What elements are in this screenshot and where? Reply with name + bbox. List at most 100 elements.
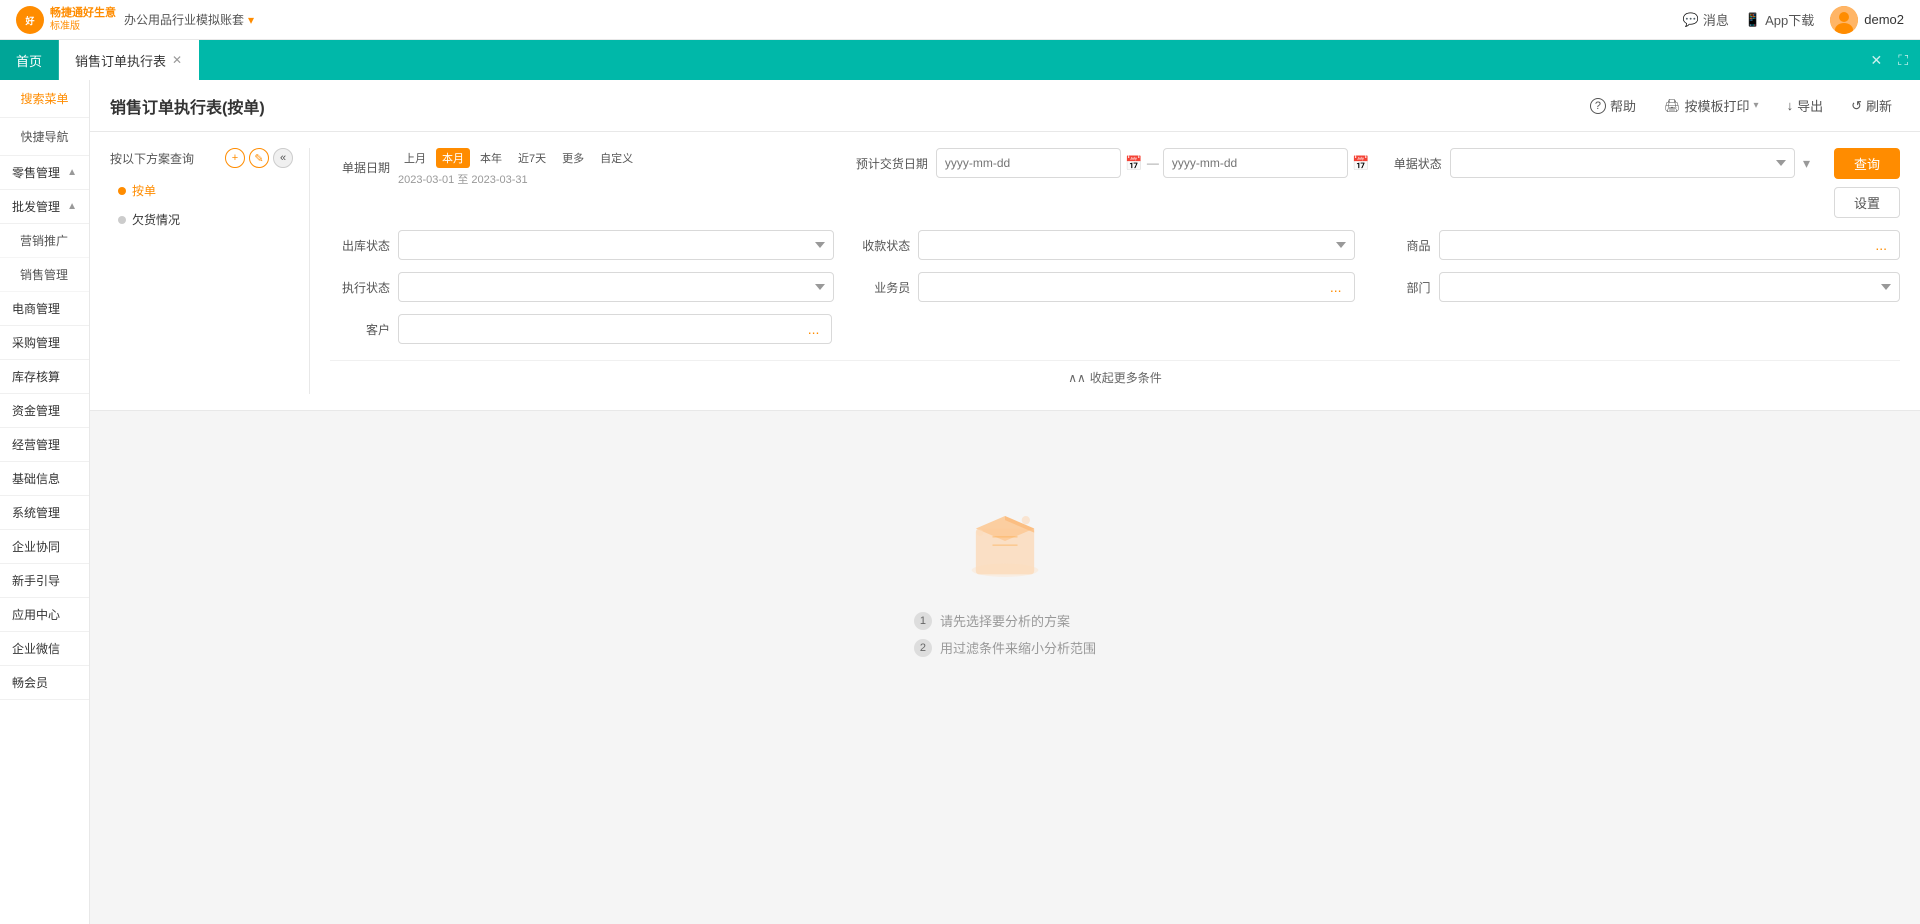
scheme-edit-icon[interactable]: ✎ <box>249 148 269 168</box>
export-btn[interactable]: ↓ 导出 <box>1779 92 1832 119</box>
filter-row-2: 出库状态 收款状态 商品 ... <box>330 230 1900 260</box>
sidebar-item-basic-info[interactable]: 基础信息 <box>0 462 89 496</box>
filter-scheme: 按以下方案查询 + ✎ « 按单 欠货情况 <box>110 148 310 394</box>
sales-order-tab-label: 销售订单执行表 <box>75 51 166 70</box>
department-select[interactable] <box>1439 272 1900 302</box>
customer-ellipsis[interactable]: ... <box>804 321 824 337</box>
settings-button[interactable]: 设置 <box>1834 187 1900 218</box>
help-btn[interactable]: ? 帮助 <box>1582 92 1644 119</box>
template-print-btn[interactable]: 🖨 按模板打印 ▾ <box>1656 92 1767 119</box>
department-field: 部门 <box>1371 272 1900 302</box>
filter-area: 按以下方案查询 + ✎ « 按单 欠货情况 <box>90 132 1920 411</box>
sidebar-item-operations[interactable]: 经营管理 <box>0 428 89 462</box>
expected-date-from-icon[interactable]: 📅 <box>1125 155 1142 172</box>
scheme-add-icon[interactable]: + <box>225 148 245 168</box>
date-btn-this-month[interactable]: 本月 <box>436 148 470 168</box>
sidebar-item-new-guide[interactable]: 新手引导 <box>0 564 89 598</box>
scheme-item-by-order[interactable]: 按单 <box>110 176 293 205</box>
filter-panel: 按以下方案查询 + ✎ « 按单 欠货情况 <box>110 148 1900 394</box>
tab-close-all-icon[interactable]: ✕ <box>1866 48 1886 73</box>
tab-close-icon[interactable]: ✕ <box>172 53 182 67</box>
bill-status-select[interactable] <box>1450 148 1795 178</box>
date-quick-btns: 上月 本月 本年 近7天 更多 自定义 <box>398 148 639 168</box>
svg-text:好: 好 <box>24 15 34 26</box>
date-btn-more[interactable]: 更多 <box>556 148 590 168</box>
date-btn-7days[interactable]: 近7天 <box>512 148 552 168</box>
empty-state: 1 请先选择要分析的方案 2 用过滤条件来缩小分析范围 <box>90 411 1920 737</box>
app-download-label: App下载 <box>1765 10 1814 29</box>
goods-label: 商品 <box>1371 237 1431 254</box>
goods-ellipsis[interactable]: ... <box>1871 237 1891 253</box>
scheme-label-by-order: 按单 <box>132 182 156 199</box>
new-guide-label: 新手引导 <box>12 572 60 589</box>
username: demo2 <box>1864 12 1904 27</box>
scheme-collapse-icon[interactable]: « <box>273 148 293 168</box>
logo-text-line2: 标准版 <box>50 20 116 33</box>
sidebar-item-corp-collab[interactable]: 企业协同 <box>0 530 89 564</box>
wholesale-label: 批发管理 <box>12 198 60 215</box>
filter-row-3: 执行状态 业务员 ... 部门 <box>330 272 1900 302</box>
message-icon: 💬 <box>1683 12 1699 28</box>
user-info[interactable]: demo2 <box>1830 6 1904 34</box>
filter-scheme-header: 按以下方案查询 + ✎ « <box>110 148 293 168</box>
salesperson-ellipsis[interactable]: ... <box>1326 279 1346 295</box>
date-range-display: 2023-03-01 至 2023-03-31 <box>398 171 844 187</box>
date-btn-custom[interactable]: 自定义 <box>594 148 639 168</box>
app-download-btn[interactable]: 📱 App下载 <box>1745 10 1814 29</box>
nav-tabs: 首页 销售订单执行表 ✕ ✕ ⛶ <box>0 40 1920 80</box>
export-label: 导出 <box>1797 96 1823 115</box>
exec-status-select[interactable] <box>398 272 834 302</box>
finance-label: 资金管理 <box>12 402 60 419</box>
tab-sales-order-exec[interactable]: 销售订单执行表 ✕ <box>59 40 199 80</box>
date-btn-this-year[interactable]: 本年 <box>474 148 508 168</box>
receipt-status-label: 收款状态 <box>850 237 910 254</box>
sales-label: 销售管理 <box>20 266 68 283</box>
sidebar-item-inventory[interactable]: 库存核算 <box>0 360 89 394</box>
expected-date-range: 📅 — 📅 <box>936 148 1370 178</box>
outbound-status-select[interactable] <box>398 230 834 260</box>
scheme-dot-by-order <box>118 187 126 195</box>
refresh-btn[interactable]: ↺ 刷新 <box>1843 92 1900 119</box>
breadcrumb: 办公用品行业模拟账套 ▾ <box>124 11 254 28</box>
query-button[interactable]: 查询 <box>1834 148 1900 179</box>
expected-date-from[interactable] <box>936 148 1122 178</box>
tip-1-num: 1 <box>914 612 932 630</box>
tab-home[interactable]: 首页 <box>0 40 59 80</box>
operations-label: 经营管理 <box>12 436 60 453</box>
date-btn-last-month[interactable]: 上月 <box>398 148 432 168</box>
template-print-icon: 🖨 <box>1664 98 1681 114</box>
basic-info-label: 基础信息 <box>12 470 60 487</box>
purchase-label: 采购管理 <box>12 334 60 351</box>
receipt-status-select[interactable] <box>918 230 1354 260</box>
expected-date-to-icon[interactable]: 📅 <box>1352 155 1369 172</box>
template-print-arrow: ▾ <box>1754 100 1759 111</box>
filter-scheme-title: 按以下方案查询 <box>110 150 194 167</box>
filter-collapse-btn[interactable]: ∧∧ 收起更多条件 <box>330 360 1900 394</box>
sidebar-item-marketing[interactable]: 营销推广 <box>0 224 89 258</box>
scheme-item-by-debt[interactable]: 欠货情况 <box>110 205 293 234</box>
sidebar-item-purchase[interactable]: 采购管理 <box>0 326 89 360</box>
sidebar-item-vip[interactable]: 畅会员 <box>0 666 89 700</box>
sidebar-item-sales[interactable]: 销售管理 <box>0 258 89 292</box>
sidebar-item-wholesale[interactable]: 批发管理 ▲ <box>0 190 89 224</box>
vip-label: 畅会员 <box>12 674 48 691</box>
sidebar-search[interactable]: 搜索菜单 <box>0 80 89 118</box>
sidebar-item-app-center[interactable]: 应用中心 <box>0 598 89 632</box>
sidebar-item-retail[interactable]: 零售管理 ▲ <box>0 156 89 190</box>
app-center-label: 应用中心 <box>12 606 60 623</box>
filter-form: 单据日期 上月 本月 本年 近7天 更多 自定义 <box>310 148 1900 394</box>
sidebar-item-ecommerce[interactable]: 电商管理 <box>0 292 89 326</box>
expected-date-to[interactable] <box>1163 148 1349 178</box>
header-left: 好 畅捷通好生意 标准版 办公用品行业模拟账套 ▾ <box>16 6 254 34</box>
sidebar-quick-nav[interactable]: 快捷导航 <box>0 118 89 156</box>
sidebar-item-system[interactable]: 系统管理 <box>0 496 89 530</box>
logo-text-line1: 畅捷通好生意 <box>50 6 116 20</box>
export-icon: ↓ <box>1787 98 1794 113</box>
sidebar-item-corp-wechat[interactable]: 企业微信 <box>0 632 89 666</box>
sidebar-item-finance[interactable]: 资金管理 <box>0 394 89 428</box>
expected-date-label: 预计交货日期 <box>856 155 928 172</box>
tab-expand-icon[interactable]: ⛶ <box>1894 48 1912 73</box>
breadcrumb-arrow[interactable]: ▾ <box>248 13 254 27</box>
message-btn[interactable]: 💬 消息 <box>1683 10 1729 29</box>
wholesale-arrow: ▲ <box>67 201 77 212</box>
